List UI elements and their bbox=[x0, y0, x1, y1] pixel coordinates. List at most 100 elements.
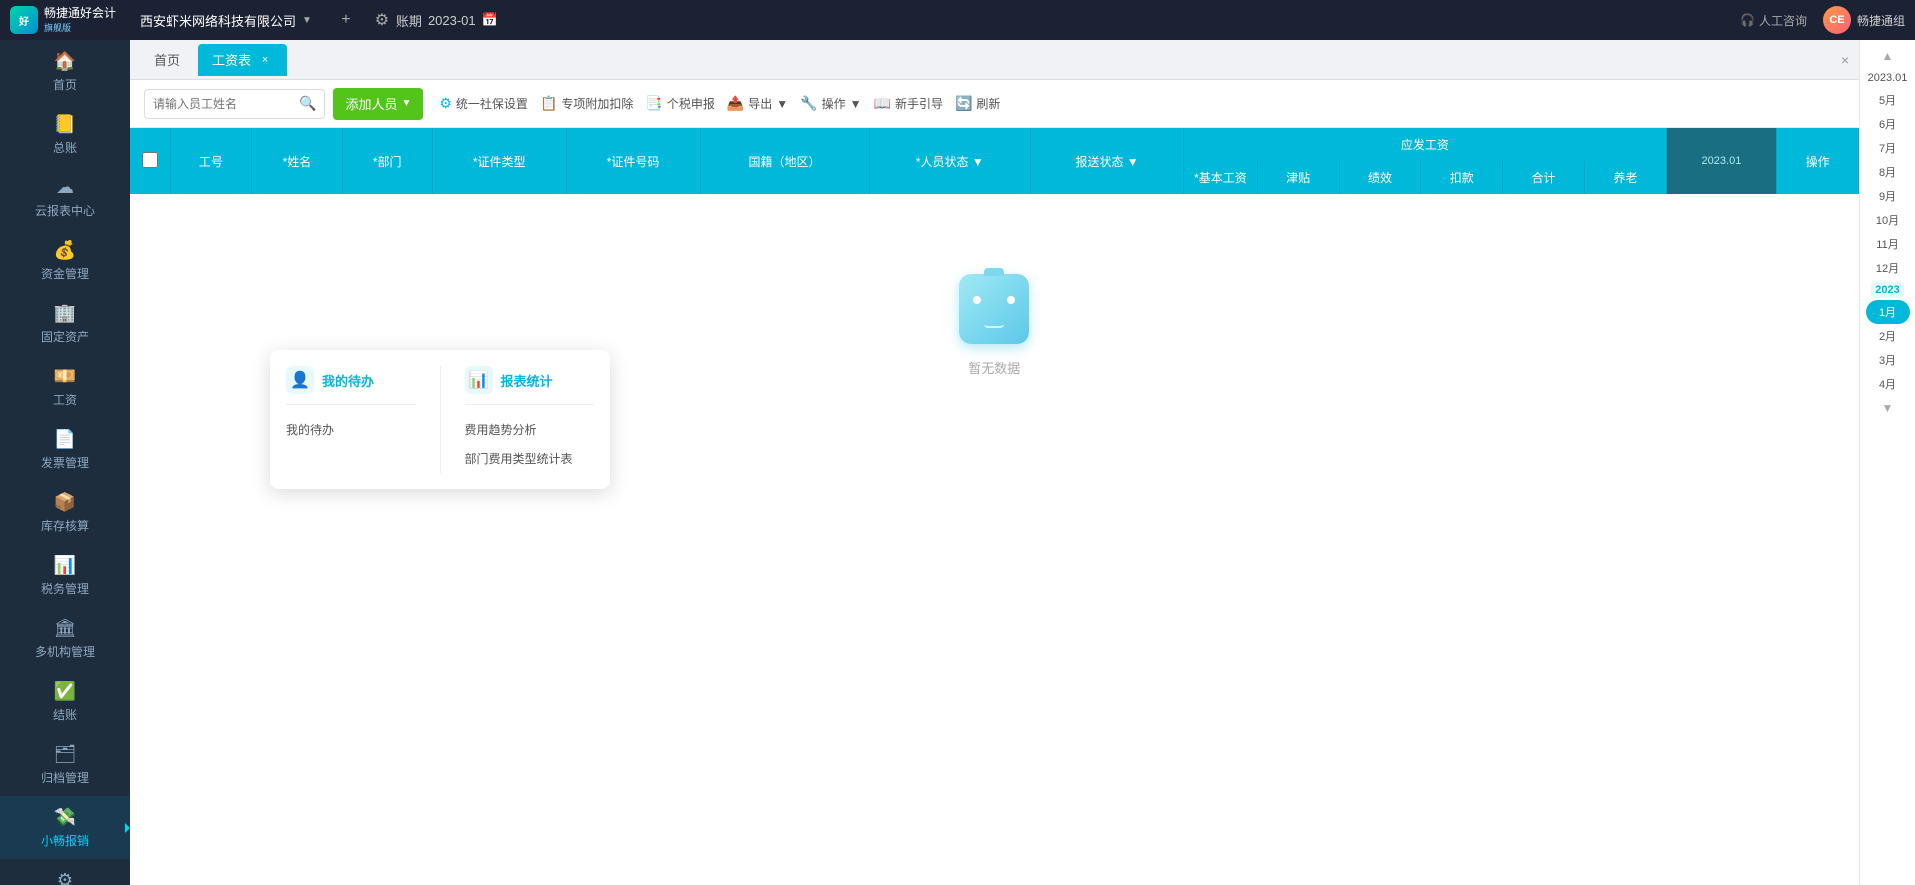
tab-bar-close-btn[interactable]: × bbox=[1841, 52, 1849, 68]
fixed-assets-icon: 🏢 bbox=[54, 302, 76, 324]
invoice-icon: 📄 bbox=[54, 428, 76, 450]
guide-toolbar-icon: 📖 bbox=[874, 95, 891, 112]
sidebar-item-fixed-assets[interactable]: 🏢 固定资产 bbox=[0, 292, 130, 355]
operation-icon: 🔧 bbox=[800, 95, 817, 112]
tax-report-btn[interactable]: 📑 个税申报 bbox=[645, 95, 714, 112]
th-total: 合计 bbox=[1503, 161, 1585, 194]
cloud-report-icon: ☁ bbox=[54, 176, 76, 198]
timeline-month-5[interactable]: 5月 bbox=[1866, 88, 1910, 112]
sidebar-item-settings[interactable]: ⚙ 基础设置 bbox=[0, 859, 130, 885]
content-area: 首页 工资表 × × 🔍 添加人员 ▼ ⚙ 统一社 bbox=[130, 40, 1859, 885]
search-icon[interactable]: 🔍 bbox=[299, 95, 316, 112]
sidebar-item-salary[interactable]: 💴 工资 bbox=[0, 355, 130, 418]
period-label: 账期 bbox=[396, 11, 422, 30]
sidebar-item-invoice[interactable]: 📄 发票管理 bbox=[0, 418, 130, 481]
sidebar-salary-label: 工资 bbox=[53, 391, 77, 408]
sidebar-item-multi-org[interactable]: 🏛 多机构管理 bbox=[0, 607, 130, 670]
multi-org-icon: 🏛 bbox=[54, 617, 76, 639]
tax-report-icon: 📑 bbox=[645, 95, 662, 112]
th-deduction: 扣款 bbox=[1421, 161, 1503, 194]
tab-salary-sheet[interactable]: 工资表 × bbox=[198, 44, 287, 76]
timeline-month-2023-2[interactable]: 2月 bbox=[1866, 324, 1910, 348]
guide-btn[interactable]: 📖 新手引导 bbox=[874, 95, 943, 112]
add-button[interactable]: + bbox=[332, 6, 360, 34]
guide-label: 新手引导 bbox=[895, 95, 943, 112]
timeline-month-2023-3[interactable]: 3月 bbox=[1866, 348, 1910, 372]
archive-icon: 🗂 bbox=[54, 743, 76, 765]
logo-sub: 旗舰版 bbox=[44, 21, 116, 34]
operation-label: 操作 bbox=[822, 95, 846, 112]
avatar-area[interactable]: CE 畅捷通组 bbox=[1823, 6, 1905, 34]
sidebar-item-settle[interactable]: ✅ 结账 bbox=[0, 670, 130, 733]
popup-menu-row: 👤 我的待办 我的待办 📊 报表统计 费用趋势分析 部门费用类型统计表 bbox=[286, 366, 594, 473]
sidebar-fixed-assets-label: 固定资产 bbox=[41, 328, 89, 345]
table-wrap: 工号 *姓名 *部门 *证件类型 *证件号码 国籍（地区） *人员状态 ▼ 报送… bbox=[130, 128, 1859, 885]
calendar-icon[interactable]: 📅 bbox=[482, 12, 498, 28]
sidebar-item-home[interactable]: 🏠 首页 bbox=[0, 40, 130, 103]
popup-menu-item-cost-trend[interactable]: 费用趋势分析 bbox=[465, 415, 595, 444]
sidebar-item-inventory[interactable]: 📦 库存核算 bbox=[0, 481, 130, 544]
home-icon: 🏠 bbox=[54, 50, 76, 72]
empty-text: 暂无数据 bbox=[968, 358, 1020, 377]
search-input[interactable] bbox=[153, 97, 293, 111]
sidebar-item-fund[interactable]: 💰 资金管理 bbox=[0, 229, 130, 292]
settings-sidebar-icon: ⚙ bbox=[54, 869, 76, 885]
sidebar-item-cloud-report[interactable]: ☁ 云报表中心 bbox=[0, 166, 130, 229]
timeline-nav-down[interactable]: ▼ bbox=[1876, 396, 1900, 420]
refresh-label: 刷新 bbox=[976, 95, 1000, 112]
timeline-month-9[interactable]: 9月 bbox=[1866, 184, 1910, 208]
popup-col-todo-header: 👤 我的待办 bbox=[286, 366, 416, 405]
refresh-icon: 🔄 bbox=[955, 95, 972, 112]
select-all-checkbox[interactable] bbox=[142, 152, 158, 168]
export-icon: 📤 bbox=[727, 95, 744, 112]
th-group-salary: 应发工资 bbox=[1184, 128, 1667, 161]
service-button[interactable]: 🎧 人工咨询 bbox=[1740, 12, 1807, 29]
refresh-btn[interactable]: 🔄 刷新 bbox=[955, 95, 1000, 112]
sidebar-archive-label: 归档管理 bbox=[41, 769, 89, 786]
th-id-number: *证件号码 bbox=[566, 128, 700, 194]
robot-eye-left bbox=[973, 296, 981, 304]
add-person-button[interactable]: 添加人员 ▼ bbox=[333, 88, 423, 120]
settings-button[interactable]: ⚙ bbox=[368, 6, 396, 34]
sidebar-inventory-label: 库存核算 bbox=[41, 517, 89, 534]
user-name: 畅捷通组 bbox=[1857, 12, 1905, 29]
sidebar-item-ledger[interactable]: 📒 总账 bbox=[0, 103, 130, 166]
sidebar-item-tax[interactable]: 📊 税务管理 bbox=[0, 544, 130, 607]
service-icon: 🎧 bbox=[1740, 13, 1755, 27]
tab-bar-right: × bbox=[1841, 52, 1849, 68]
export-btn[interactable]: 📤 导出 ▼ bbox=[727, 95, 788, 112]
export-label: 导出 bbox=[748, 95, 772, 112]
timeline-year-2023: 2023 bbox=[1871, 282, 1903, 298]
sidebar-item-archive[interactable]: 🗂 归档管理 bbox=[0, 733, 130, 796]
popup-menu-item-dept-cost[interactable]: 部门费用类型统计表 bbox=[465, 444, 595, 473]
timeline-month-2023-4[interactable]: 4月 bbox=[1866, 372, 1910, 396]
timeline-month-2023-1[interactable]: 1月 bbox=[1866, 300, 1910, 324]
add-person-label: 添加人员 bbox=[345, 94, 397, 113]
sidebar-item-expense[interactable]: 💸 小畅报销 bbox=[0, 796, 130, 859]
th-basic-salary: *基本工资 bbox=[1184, 161, 1258, 194]
tax-icon: 📊 bbox=[54, 554, 76, 576]
timeline-month-7[interactable]: 7月 bbox=[1866, 136, 1910, 160]
sidebar-home-label: 首页 bbox=[53, 76, 77, 93]
social-insurance-btn[interactable]: ⚙ 统一社保设置 bbox=[439, 95, 528, 112]
timeline-month-12[interactable]: 12月 bbox=[1866, 256, 1910, 280]
tab-close-button[interactable]: × bbox=[257, 52, 273, 68]
timeline-year-label: 2023.01 bbox=[1864, 70, 1912, 86]
sidebar-expense-label: 小畅报销 bbox=[41, 832, 89, 849]
company-selector[interactable]: 西安虾米网络科技有限公司 ▼ bbox=[130, 11, 322, 30]
tab-home[interactable]: 首页 bbox=[140, 44, 194, 76]
operation-btn[interactable]: 🔧 操作 ▼ bbox=[800, 95, 861, 112]
th-year-col: 2023.01 bbox=[1666, 128, 1776, 194]
timeline-month-11[interactable]: 11月 bbox=[1866, 232, 1910, 256]
timeline-month-10[interactable]: 10月 bbox=[1866, 208, 1910, 232]
timeline-month-6[interactable]: 6月 bbox=[1866, 112, 1910, 136]
timeline-month-8[interactable]: 8月 bbox=[1866, 160, 1910, 184]
timeline-panel: ▲ 2023.01 5月 6月 7月 8月 9月 10月 11月 12月 202… bbox=[1859, 40, 1915, 885]
toolbar-actions: ⚙ 统一社保设置 📋 专项附加扣除 📑 个税申报 📤 导出 ▼ 🔧 bbox=[439, 95, 1000, 112]
th-name: *姓名 bbox=[252, 128, 342, 194]
timeline-nav-up[interactable]: ▲ bbox=[1876, 44, 1900, 68]
th-operation: 操作 bbox=[1777, 128, 1859, 194]
special-deduction-btn[interactable]: 📋 专项附加扣除 bbox=[540, 95, 633, 112]
popup-menu-item-my-todo[interactable]: 我的待办 bbox=[286, 415, 416, 444]
sidebar-invoice-label: 发票管理 bbox=[41, 454, 89, 471]
